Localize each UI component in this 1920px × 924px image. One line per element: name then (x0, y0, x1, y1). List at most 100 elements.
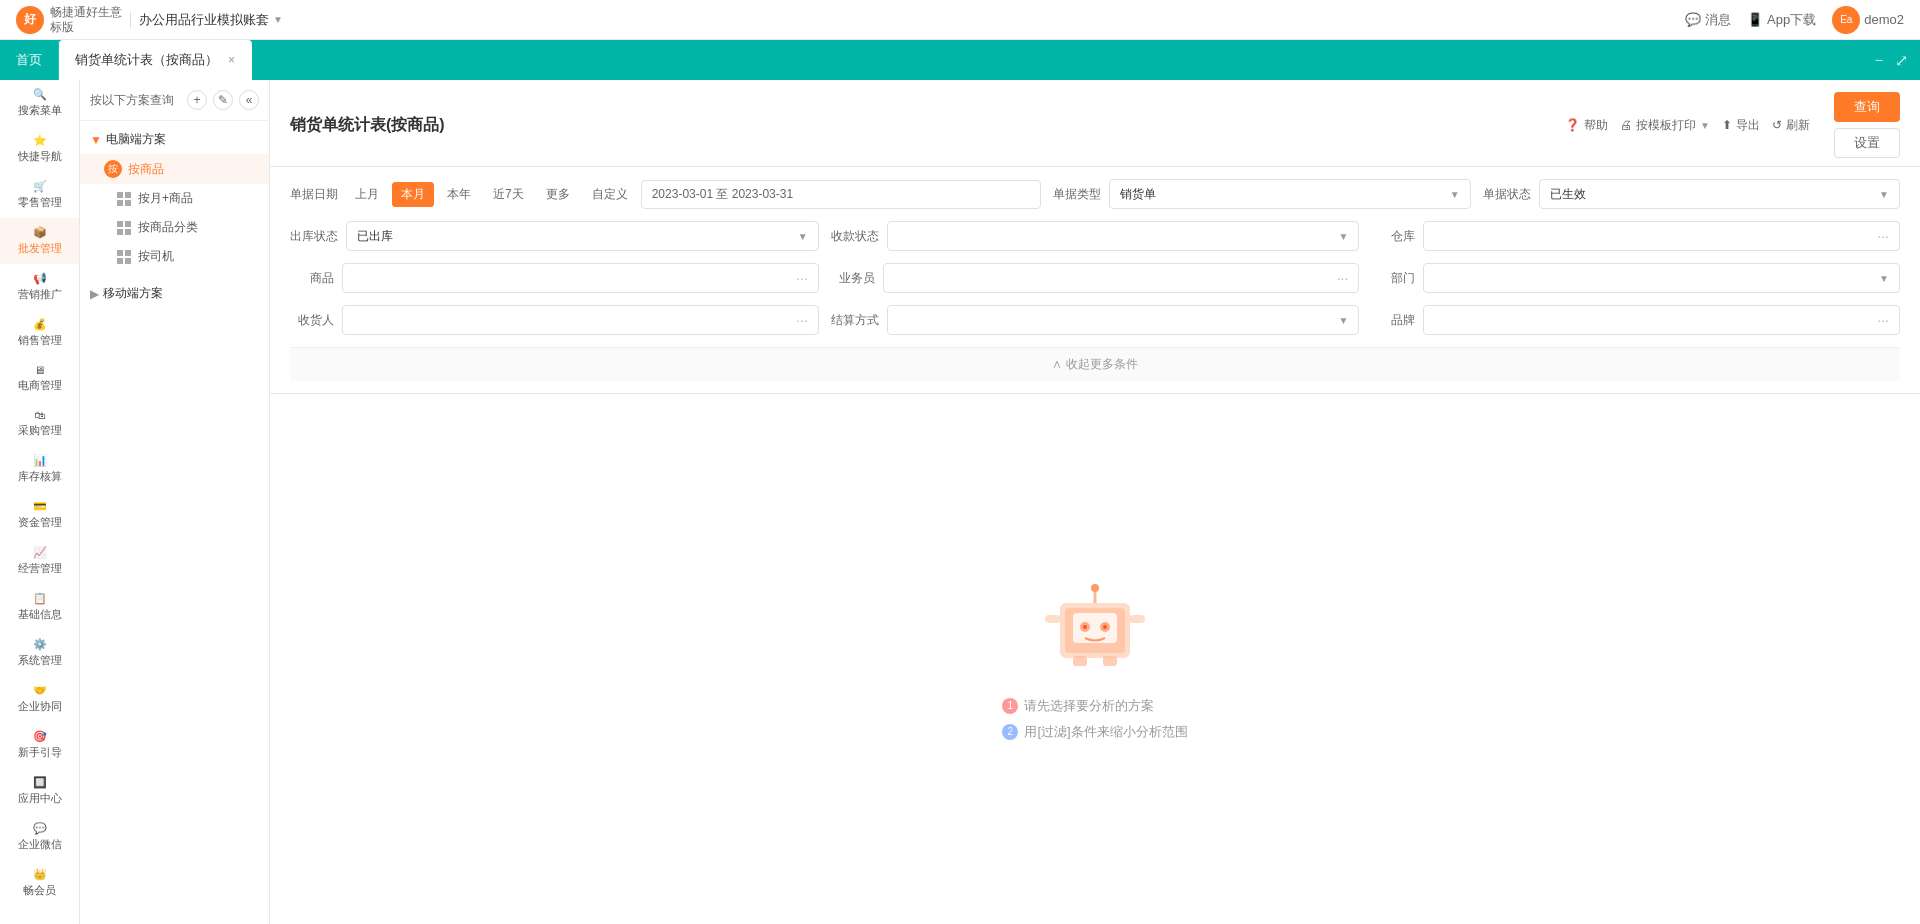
filter-dept: 部门 ▼ (1371, 263, 1900, 293)
finance-icon: 💳 (33, 500, 47, 513)
help-action[interactable]: ❓ 帮助 (1565, 117, 1608, 134)
svg-rect-4 (117, 221, 123, 227)
payment-arrow-icon: ▼ (1338, 231, 1348, 242)
sidebar-item-retail[interactable]: 🛒 零售管理 (0, 172, 79, 218)
marketing-icon: 📢 (33, 272, 47, 285)
refresh-action[interactable]: ↺ 刷新 (1772, 117, 1810, 134)
user-area[interactable]: Ea demo2 (1832, 6, 1904, 34)
panel-header-actions: + ✎ « (187, 90, 259, 110)
logo-area: 好 畅捷通好生意 标版 (16, 5, 122, 34)
collapse-panel-btn[interactable]: « (239, 90, 259, 110)
sidebar-item-wechat[interactable]: 💬 企业微信 (0, 814, 79, 860)
sidebar-item-system[interactable]: ⚙️ 系统管理 (0, 630, 79, 676)
consignee-control[interactable]: ··· (342, 305, 819, 335)
sidebar-item-sales[interactable]: 💰 销售管理 (0, 310, 79, 356)
sidebar-item-purchase[interactable]: 🛍 采购管理 (0, 401, 79, 446)
sidebar-item-member[interactable]: 👑 畅会员 (0, 860, 79, 906)
sales-icon: 💰 (33, 318, 47, 331)
sidebar-item-marketing[interactable]: 📢 营销推广 (0, 264, 79, 310)
message-action[interactable]: 💬 消息 (1685, 11, 1731, 29)
print-action[interactable]: 🖨 按模板打印 ▼ (1620, 117, 1710, 134)
inventory-icon: 📊 (33, 454, 47, 467)
svg-point-17 (1083, 625, 1087, 629)
sidebar-item-inventory[interactable]: 📊 库存核算 (0, 446, 79, 492)
page-title: 销货单统计表(按商品) (290, 115, 445, 136)
edit-scheme-btn[interactable]: ✎ (213, 90, 233, 110)
left-panel-header: 按以下方案查询 + ✎ « (80, 80, 269, 121)
warehouse-status-control[interactable]: 已出库 ▼ (346, 221, 819, 251)
sidebar-item-wholesale[interactable]: 📦 批发管理 (0, 218, 79, 264)
this-year-btn[interactable]: 本年 (438, 182, 480, 207)
dept-control[interactable]: ▼ (1423, 263, 1900, 293)
sidebar-item-apps[interactable]: 🔲 应用中心 (0, 768, 79, 814)
scheme-item-by-machine[interactable]: 按司机 (80, 242, 269, 271)
sidebar-item-ecommerce[interactable]: 🖥 电商管理 (0, 356, 79, 401)
query-button[interactable]: 查询 (1834, 92, 1900, 122)
last-month-btn[interactable]: 上月 (346, 182, 388, 207)
minimize-icon[interactable]: － (1871, 50, 1887, 71)
sidebar-item-ops[interactable]: 📈 经营管理 (0, 538, 79, 584)
scheme-pc-header[interactable]: ▼ 电脑端方案 (80, 125, 269, 154)
date-range-input[interactable]: 2023-03-01 至 2023-03-31 (641, 180, 1042, 209)
salesman-control[interactable]: ··· (883, 263, 1360, 293)
more-btn[interactable]: 更多 (537, 182, 579, 207)
tab-close-icon[interactable]: × (228, 53, 235, 67)
empty-tip-2: 2 用[过滤]条件来缩小分析范围 (1002, 719, 1187, 745)
svg-rect-11 (125, 258, 131, 264)
sidebar-search[interactable]: 🔍 搜索菜单 (0, 80, 79, 126)
doc-status-control[interactable]: 已生效 ▼ (1539, 179, 1900, 209)
7days-btn[interactable]: 近7天 (484, 182, 533, 207)
sidebar-quick-nav[interactable]: ⭐ 快捷导航 (0, 126, 79, 172)
payment-method-arrow-icon: ▼ (1338, 315, 1348, 326)
empty-state: 1 请先选择要分析的方案 2 用[过滤]条件来缩小分析范围 (270, 394, 1920, 924)
svg-rect-23 (1073, 656, 1087, 666)
scheme-item-by-category[interactable]: 按商品分类 (80, 213, 269, 242)
filter-warehouse2: 仓库 ··· (1371, 221, 1900, 251)
main-content: 销货单统计表(按商品) ❓ 帮助 🖨 按模板打印 ▼ ⬆ 导出 (270, 80, 1920, 924)
search-icon: 🔍 (33, 88, 47, 101)
empty-tips: 1 请先选择要分析的方案 2 用[过滤]条件来缩小分析范围 (1002, 693, 1187, 745)
warehouse2-dots-icon: ··· (1877, 228, 1889, 244)
doc-type-control[interactable]: 销货单 ▼ (1109, 179, 1470, 209)
sidebar-item-basic[interactable]: 📋 基础信息 (0, 584, 79, 630)
scheme-item-by-product[interactable]: 按 按商品 (80, 154, 269, 184)
export-action[interactable]: ⬆ 导出 (1722, 117, 1760, 134)
consignee-label: 收货人 (290, 312, 334, 329)
this-month-btn[interactable]: 本月 (392, 182, 434, 207)
payment-control[interactable]: ▼ (887, 221, 1360, 251)
maximize-icon[interactable]: ⤢ (1895, 51, 1908, 70)
tab-home[interactable]: 首页 (0, 40, 59, 80)
svg-rect-1 (125, 192, 131, 198)
collapse-bar[interactable]: ∧ 收起更多条件 (290, 347, 1900, 381)
date-label: 单据日期 (290, 186, 338, 203)
brand-control[interactable]: ··· (1423, 305, 1900, 335)
warehouse2-control[interactable]: ··· (1423, 221, 1900, 251)
export-icon: ⬆ (1722, 118, 1732, 132)
sidebar-item-newbie[interactable]: 🎯 新手引导 (0, 722, 79, 768)
sidebar-item-finance[interactable]: 💳 资金管理 (0, 492, 79, 538)
system-icon: ⚙️ (33, 638, 47, 651)
ops-icon: 📈 (33, 546, 47, 559)
app-download-action[interactable]: 📱 App下载 (1747, 11, 1816, 29)
svg-rect-2 (117, 200, 123, 206)
sidebar-item-enterprise[interactable]: 🤝 企业协同 (0, 676, 79, 722)
svg-rect-14 (1073, 613, 1117, 643)
scheme-mobile-header[interactable]: ▶ 移动端方案 (80, 279, 269, 308)
wechat-icon: 💬 (33, 822, 47, 835)
product-control[interactable]: ··· (342, 263, 819, 293)
svg-rect-9 (125, 250, 131, 256)
filter-row-2: 出库状态 已出库 ▼ 收款状态 ▼ 仓库 (290, 221, 1900, 251)
filter-consignee: 收货人 ··· (290, 305, 819, 335)
setting-button[interactable]: 设置 (1834, 128, 1900, 158)
left-panel: 按以下方案查询 + ✎ « ▼ 电脑端方案 (80, 80, 270, 924)
svg-rect-22 (1129, 615, 1145, 623)
svg-rect-0 (117, 192, 123, 198)
message-icon: 💬 (1685, 12, 1701, 27)
filter-payment-method: 结算方式 ▼ (831, 305, 1360, 335)
custom-btn[interactable]: 自定义 (583, 182, 637, 207)
scheme-item-by-month-product[interactable]: 按月+商品 (80, 184, 269, 213)
payment-method-control[interactable]: ▼ (887, 305, 1360, 335)
add-scheme-btn[interactable]: + (187, 90, 207, 110)
workspace-selector[interactable]: 办公用品行业模拟账套 ▼ (139, 11, 283, 29)
tab-active[interactable]: 销货单统计表（按商品） × (59, 40, 252, 80)
